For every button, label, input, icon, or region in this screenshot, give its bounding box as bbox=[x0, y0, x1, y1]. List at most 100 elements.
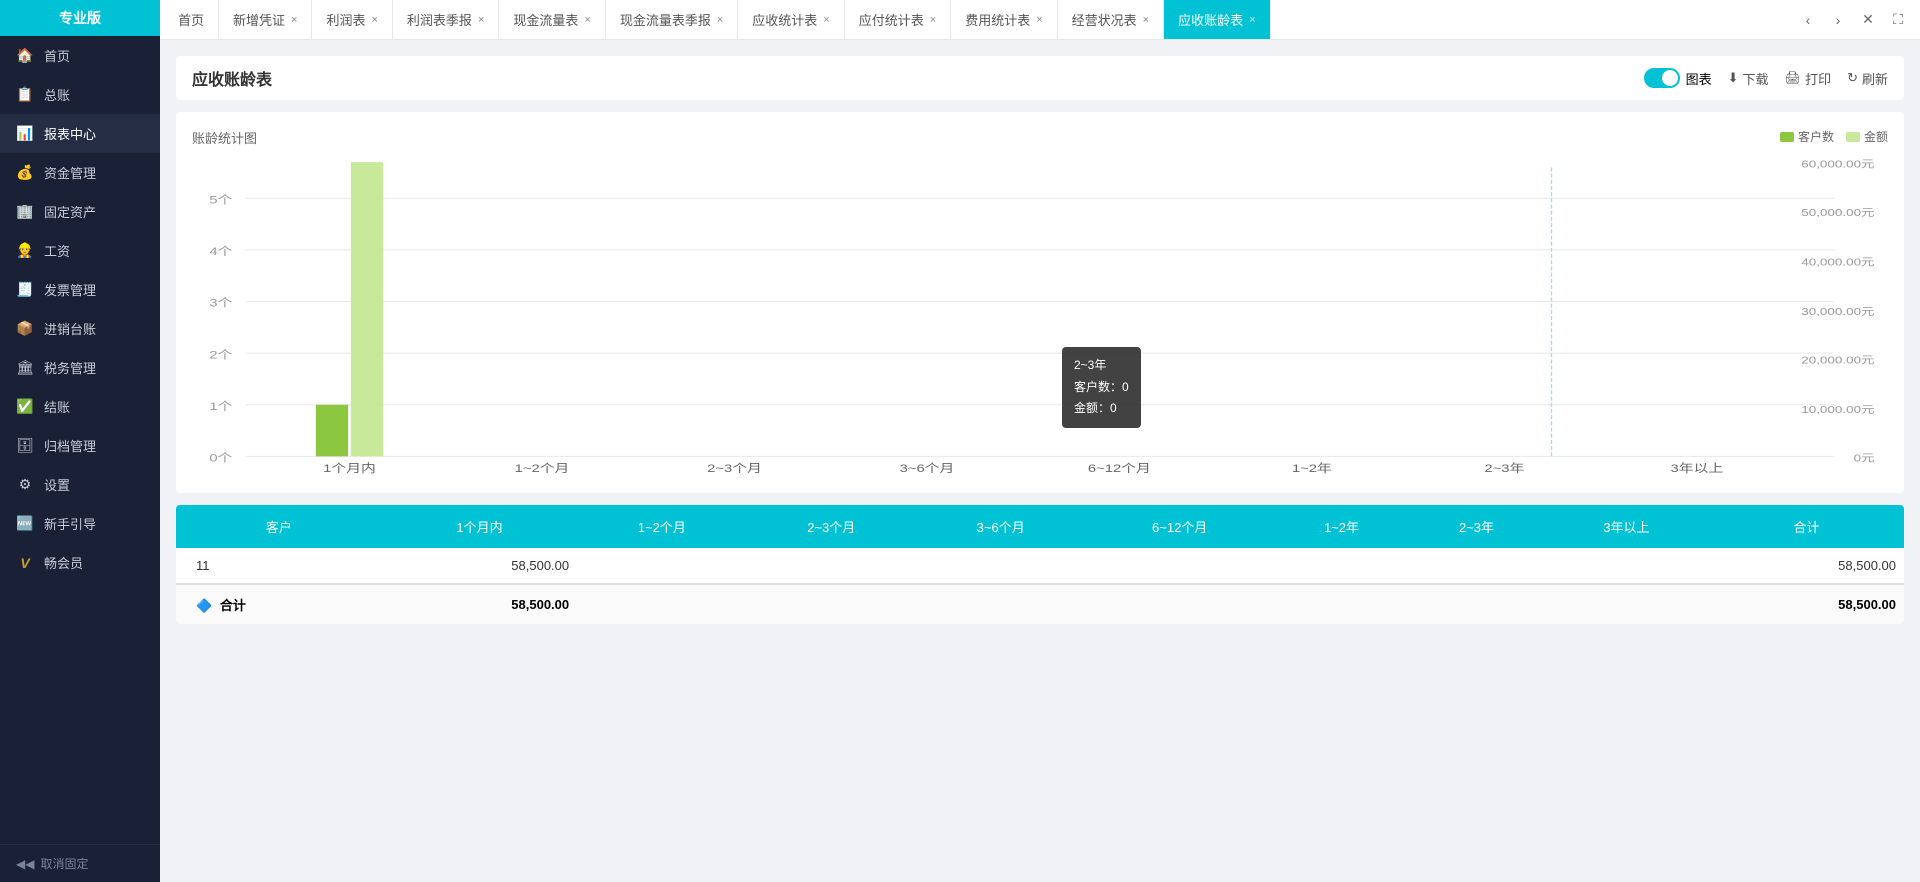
total-icon: 🔷 bbox=[196, 598, 212, 613]
chart-container: 账龄统计图 客户数 金额 0个 1个 2个 3个 4个 bbox=[176, 112, 1904, 493]
data-table: 客户 1个月内 1~2个月 2~3个月 3~6个月 6~12个月 1~2年 2~… bbox=[176, 505, 1904, 624]
footer-total: 58,500.00 bbox=[1709, 584, 1904, 624]
sidebar-item-guide[interactable]: 🆕 新手引导 bbox=[0, 504, 160, 543]
tab-operation-stats-close[interactable]: × bbox=[1143, 14, 1149, 26]
tab-cashflow-quarter[interactable]: 现金流量表季报 × bbox=[606, 0, 738, 39]
print-button[interactable]: 🖨 打印 bbox=[1785, 69, 1832, 88]
download-button[interactable]: ⬇ 下载 bbox=[1728, 69, 1769, 88]
sidebar-item-home[interactable]: 🏠 首页 bbox=[0, 36, 160, 75]
chart-toggle[interactable]: 图表 bbox=[1644, 68, 1712, 88]
invoice-icon: 🧾 bbox=[16, 281, 34, 298]
legend-customers-dot bbox=[1780, 132, 1794, 142]
cell-y3plus bbox=[1544, 548, 1709, 584]
sidebar-item-stockbook[interactable]: 📦 进销台账 bbox=[0, 309, 160, 348]
tab-next-button[interactable]: › bbox=[1824, 6, 1852, 34]
sidebar-item-ledger[interactable]: 📋 总账 bbox=[0, 75, 160, 114]
tab-profit-quarter-close[interactable]: × bbox=[478, 14, 484, 26]
sidebar-item-label: 固定资产 bbox=[44, 202, 96, 221]
footer-m1: 58,500.00 bbox=[382, 584, 577, 624]
col-y23: 2~3年 bbox=[1409, 505, 1544, 548]
sidebar-item-label: 归档管理 bbox=[44, 436, 96, 455]
sidebar-item-archive[interactable]: 🗄 归档管理 bbox=[0, 426, 160, 465]
funds-icon: 💰 bbox=[16, 164, 34, 181]
sidebar-item-label: 报表中心 bbox=[44, 124, 96, 143]
col-m36: 3~6个月 bbox=[916, 505, 1085, 548]
col-m1: 1个月内 bbox=[382, 505, 577, 548]
ledger-icon: 📋 bbox=[16, 86, 34, 103]
tab-aging[interactable]: 应收账龄表 × bbox=[1164, 0, 1270, 39]
cell-y12 bbox=[1274, 548, 1409, 584]
footer-y23 bbox=[1409, 584, 1544, 624]
toggle-track[interactable] bbox=[1644, 68, 1680, 88]
page-title: 应收账龄表 bbox=[192, 66, 272, 90]
tab-bar: 首页 新增凭证 × 利润表 × 利润表季报 × 现金流量表 × 现金流量表季报 … bbox=[160, 0, 1920, 40]
svg-text:6~12个月: 6~12个月 bbox=[1088, 462, 1151, 475]
vip-icon: V bbox=[16, 555, 34, 571]
tab-maximize-button[interactable]: ⛶ bbox=[1884, 6, 1912, 34]
tab-receivable-stats[interactable]: 应收统计表 × bbox=[738, 0, 844, 39]
svg-text:3~6个月: 3~6个月 bbox=[900, 462, 955, 475]
tab-voucher-close[interactable]: × bbox=[291, 14, 297, 26]
tab-voucher[interactable]: 新增凭证 × bbox=[219, 0, 312, 39]
toggle-thumb bbox=[1662, 70, 1678, 86]
sidebar-item-assets[interactable]: 🏢 固定资产 bbox=[0, 192, 160, 231]
svg-text:0元: 0元 bbox=[1854, 452, 1875, 464]
sidebar-item-funds[interactable]: 💰 资金管理 bbox=[0, 153, 160, 192]
col-customer: 客户 bbox=[176, 505, 382, 548]
legend-amount: 金额 bbox=[1846, 128, 1888, 145]
tab-cashflow-quarter-close[interactable]: × bbox=[717, 14, 723, 26]
tab-expense-stats[interactable]: 费用统计表 × bbox=[951, 0, 1057, 39]
tab-prev-button[interactable]: ‹ bbox=[1794, 6, 1822, 34]
svg-text:1~2个月: 1~2个月 bbox=[515, 462, 570, 475]
tab-payable-stats-close[interactable]: × bbox=[930, 14, 936, 26]
svg-text:60,000.00元: 60,000.00元 bbox=[1801, 158, 1874, 170]
tab-close-all-button[interactable]: ✕ bbox=[1854, 6, 1882, 34]
svg-text:3年以上: 3年以上 bbox=[1671, 462, 1724, 475]
tab-cashflow-quarter-label: 现金流量表季报 bbox=[620, 10, 711, 29]
tab-profit[interactable]: 利润表 × bbox=[312, 0, 392, 39]
tab-profit-label: 利润表 bbox=[326, 10, 365, 29]
tab-receivable-stats-close[interactable]: × bbox=[823, 14, 829, 26]
chart-wrapper: 0个 1个 2个 3个 4个 5个 0元 10,000.00元 20,000.0… bbox=[192, 157, 1888, 477]
sidebar-item-vip[interactable]: V 畅会员 bbox=[0, 543, 160, 582]
svg-text:5个: 5个 bbox=[209, 193, 232, 206]
header-actions: 图表 ⬇ 下载 🖨 打印 ↻ 刷新 bbox=[1644, 68, 1888, 88]
tab-cashflow[interactable]: 现金流量表 × bbox=[499, 0, 605, 39]
col-m23: 2~3个月 bbox=[747, 505, 916, 548]
sidebar-item-settings[interactable]: ⚙ 设置 bbox=[0, 465, 160, 504]
settle-icon: ✅ bbox=[16, 398, 34, 415]
tab-profit-quarter[interactable]: 利润表季报 × bbox=[393, 0, 499, 39]
sidebar-item-settle[interactable]: ✅ 结账 bbox=[0, 387, 160, 426]
bar-chart: 0个 1个 2个 3个 4个 5个 0元 10,000.00元 20,000.0… bbox=[192, 157, 1888, 477]
tab-expense-stats-close[interactable]: × bbox=[1036, 14, 1042, 26]
refresh-button[interactable]: ↻ 刷新 bbox=[1847, 69, 1888, 88]
tab-aging-close[interactable]: × bbox=[1249, 14, 1255, 26]
table-row: 11 58,500.00 58,500.00 bbox=[176, 548, 1904, 584]
tab-home[interactable]: 首页 bbox=[164, 0, 219, 39]
tab-operation-stats[interactable]: 经营状况表 × bbox=[1058, 0, 1164, 39]
chart-legend: 客户数 金额 bbox=[1780, 128, 1888, 145]
sidebar-item-payroll[interactable]: 👷 工资 bbox=[0, 231, 160, 270]
legend-customers: 客户数 bbox=[1780, 128, 1834, 145]
tab-cashflow-close[interactable]: × bbox=[584, 14, 590, 26]
bar-customers-1 bbox=[316, 405, 348, 457]
tab-expense-stats-label: 费用统计表 bbox=[965, 10, 1030, 29]
page-header: 应收账龄表 图表 ⬇ 下载 🖨 打印 ↻ 刷新 bbox=[176, 56, 1904, 100]
cell-m1: 58,500.00 bbox=[382, 548, 577, 584]
tab-payable-stats[interactable]: 应付统计表 × bbox=[845, 0, 951, 39]
svg-text:3个: 3个 bbox=[209, 296, 232, 309]
cell-total: 58,500.00 bbox=[1709, 548, 1904, 584]
sidebar-item-reports[interactable]: 📊 报表中心 bbox=[0, 114, 160, 153]
tab-profit-close[interactable]: × bbox=[371, 14, 377, 26]
legend-amount-dot bbox=[1846, 132, 1860, 142]
tab-payable-stats-label: 应付统计表 bbox=[859, 10, 924, 29]
print-icon: 🖨 bbox=[1785, 70, 1802, 86]
table-footer-row: 🔷 合计 58,500.00 58,500.00 bbox=[176, 584, 1904, 624]
sidebar-item-invoice[interactable]: 🧾 发票管理 bbox=[0, 270, 160, 309]
svg-text:2~3个月: 2~3个月 bbox=[707, 462, 762, 475]
svg-text:30,000.00元: 30,000.00元 bbox=[1801, 305, 1874, 317]
sidebar-item-tax[interactable]: 🏛 税务管理 bbox=[0, 348, 160, 387]
svg-text:2个: 2个 bbox=[209, 348, 232, 361]
sidebar-pin-toggle[interactable]: ◀◀ 取消固定 bbox=[0, 844, 160, 882]
sidebar-item-label: 税务管理 bbox=[44, 358, 96, 377]
